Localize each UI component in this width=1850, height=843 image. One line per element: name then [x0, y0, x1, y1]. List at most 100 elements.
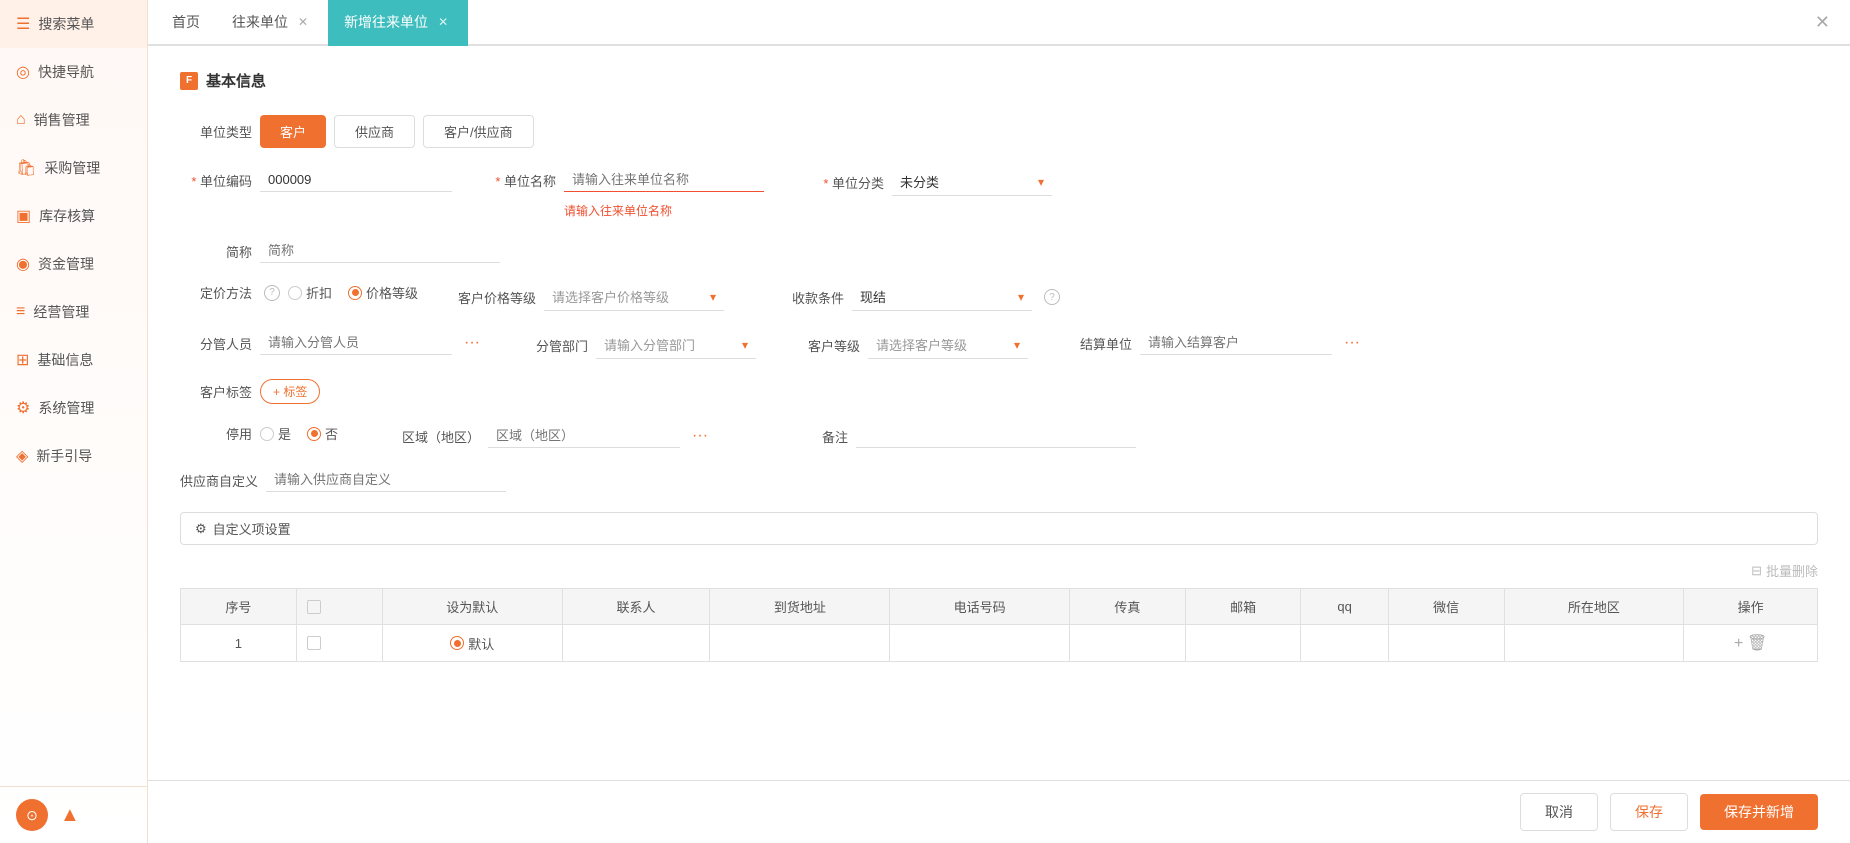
region-more-btn[interactable]: ··· [688, 427, 712, 445]
sidebar-sales-label: 销售管理 [34, 110, 90, 130]
cell-region [1504, 625, 1684, 662]
settlement-more-btn[interactable]: ··· [1340, 334, 1364, 352]
row-default-radio[interactable]: 默认 [393, 634, 552, 653]
row-checkbox[interactable] [307, 636, 321, 650]
col-action: 操作 [1684, 589, 1818, 625]
save-add-button[interactable]: 保存并新增 [1700, 794, 1818, 830]
sidebar-item-purchase[interactable]: 🛍 采购管理 [0, 144, 147, 192]
sidebar-item-system[interactable]: ⚙ 系统管理 [0, 384, 147, 432]
col-seq: 序号 [181, 589, 297, 625]
sidebar-item-guide[interactable]: ◈ 新手引导 [0, 432, 147, 480]
tab-units-close[interactable]: ✕ [294, 13, 312, 31]
sidebar-item-search-label: 搜索菜单 [38, 14, 94, 34]
basic-info-icon: ⊞ [16, 350, 29, 370]
remark-label: 备注 [776, 427, 848, 446]
btn-supplier[interactable]: 供应商 [334, 115, 415, 148]
pricing-radio-group: 折扣 价格等级 [288, 283, 418, 302]
tab-home[interactable]: 首页 [156, 0, 216, 46]
custom-settings-btn[interactable]: ⚙ 自定义项设置 [180, 512, 1818, 545]
customer-price-level-placeholder: 请选择客户价格等级 [552, 287, 669, 306]
payment-terms-label: 收款条件 [772, 288, 844, 307]
radio-yes[interactable]: 是 [260, 424, 291, 443]
manager-more-btn[interactable]: ··· [460, 334, 484, 352]
sidebar-item-sales[interactable]: ⌂ 销售管理 [0, 96, 147, 144]
unit-code-input[interactable] [260, 168, 452, 192]
sidebar-item-basic-info[interactable]: ⊞ 基础信息 [0, 336, 147, 384]
radio-discount[interactable]: 折扣 [288, 283, 332, 302]
sidebar-item-inventory[interactable]: ▣ 库存核算 [0, 192, 147, 240]
payment-terms-select[interactable]: 现结 ▾ [852, 283, 1032, 311]
cancel-button[interactable]: 取消 [1520, 793, 1598, 831]
purchase-icon: 🛍 [16, 158, 36, 178]
finance-icon: ◉ [16, 254, 30, 274]
pricing-method-group: 定价方法 ? 折扣 价格等级 [180, 283, 418, 302]
operations-icon: ≡ [16, 303, 25, 321]
row-delete-btn[interactable]: 🗑 [1747, 633, 1767, 653]
tab-new-unit-close[interactable]: ✕ [434, 13, 452, 31]
radio-yes-label: 是 [278, 424, 291, 443]
unit-category-value: 未分类 [900, 172, 939, 191]
sidebar-item-quick-nav[interactable]: ◎ 快捷导航 [0, 48, 147, 96]
payment-terms-help-icon[interactable]: ? [1044, 289, 1060, 305]
cell-default: 默认 [382, 625, 562, 662]
sidebar-finance-label: 资金管理 [38, 254, 94, 274]
customer-level-select[interactable]: 请选择客户等级 ▾ [868, 331, 1028, 359]
select-all-checkbox[interactable] [307, 600, 321, 614]
radio-no[interactable]: 否 [307, 424, 338, 443]
sidebar-item-operations[interactable]: ≡ 经营管理 [0, 288, 147, 336]
customer-price-level-label: 客户价格等级 [458, 288, 536, 307]
abbreviation-group: 简称 [180, 239, 500, 263]
batch-delete-row[interactable]: ⊟ 批量删除 [180, 561, 1818, 580]
add-tag-btn[interactable]: + 标签 [260, 379, 320, 404]
contact-table: 序号 设为默认 联系人 到货地址 电话号码 传真 邮箱 qq 微信 所在地区 操… [180, 588, 1818, 662]
radio-discount-label: 折扣 [306, 283, 332, 302]
window-close-btn[interactable]: ✕ [1803, 12, 1842, 33]
cell-address [710, 625, 890, 662]
batch-delete-label: 批量删除 [1766, 561, 1818, 580]
pricing-method-label: 定价方法 [180, 283, 252, 302]
radio-no-circle [307, 427, 321, 441]
region-input[interactable] [488, 424, 680, 448]
supplier-custom-input[interactable] [266, 468, 506, 492]
settlement-input[interactable] [1140, 331, 1332, 355]
col-wechat: 微信 [1388, 589, 1504, 625]
btn-customer-supplier[interactable]: 客户/供应商 [423, 115, 534, 148]
sidebar-quick-nav-label: 快捷导航 [38, 62, 94, 82]
department-select[interactable]: 请输入分管部门 ▾ [596, 331, 756, 359]
disabled-row: 停用 是 否 区域（地区） ··· 备注 [180, 424, 1818, 448]
sales-icon: ⌂ [16, 111, 26, 129]
department-placeholder: 请输入分管部门 [604, 335, 695, 354]
col-checkbox [296, 589, 382, 625]
sidebar-item-search[interactable]: ☰ 搜索菜单 [0, 0, 147, 48]
batch-delete-icon: ⊟ [1751, 563, 1762, 579]
inventory-icon: ▣ [16, 206, 31, 226]
row-add-btn[interactable]: + [1734, 635, 1743, 653]
tab-new-unit[interactable]: 新增往来单位 ✕ [328, 0, 468, 46]
save-button[interactable]: 保存 [1610, 793, 1688, 831]
tab-units-label: 往来单位 [232, 12, 288, 32]
payment-terms-chevron: ▾ [1018, 290, 1024, 304]
tab-units[interactable]: 往来单位 ✕ [216, 0, 328, 46]
payment-terms-value: 现结 [860, 287, 886, 306]
abbreviation-input[interactable] [260, 239, 500, 263]
customer-price-level-select[interactable]: 请选择客户价格等级 ▾ [544, 283, 724, 311]
cell-phone [890, 625, 1070, 662]
quick-nav-icon: ◎ [16, 62, 30, 82]
remark-input[interactable] [856, 424, 1136, 448]
sidebar-operations-label: 经营管理 [33, 302, 89, 322]
sidebar-item-finance[interactable]: ◉ 资金管理 [0, 240, 147, 288]
unit-name-input[interactable] [564, 168, 764, 192]
manager-label: 分管人员 [180, 334, 252, 353]
supplier-custom-group: 供应商自定义 [180, 468, 506, 492]
btn-customer[interactable]: 客户 [260, 115, 326, 148]
form-content: F 基本信息 单位类型 客户 供应商 客户/供应商 单位编码 单位名称 [148, 46, 1850, 780]
customer-tag-row: 客户标签 + 标签 [180, 379, 1818, 404]
radio-price-level-circle [348, 286, 362, 300]
radio-price-level[interactable]: 价格等级 [348, 283, 418, 302]
customer-price-level-group: 客户价格等级 请选择客户价格等级 ▾ [458, 283, 724, 311]
pricing-help-icon[interactable]: ? [264, 285, 280, 301]
unit-category-select[interactable]: 未分类 ▾ [892, 168, 1052, 196]
col-contact: 联系人 [562, 589, 710, 625]
region-group: 区域（地区） ··· [402, 424, 712, 448]
manager-input[interactable] [260, 331, 452, 355]
